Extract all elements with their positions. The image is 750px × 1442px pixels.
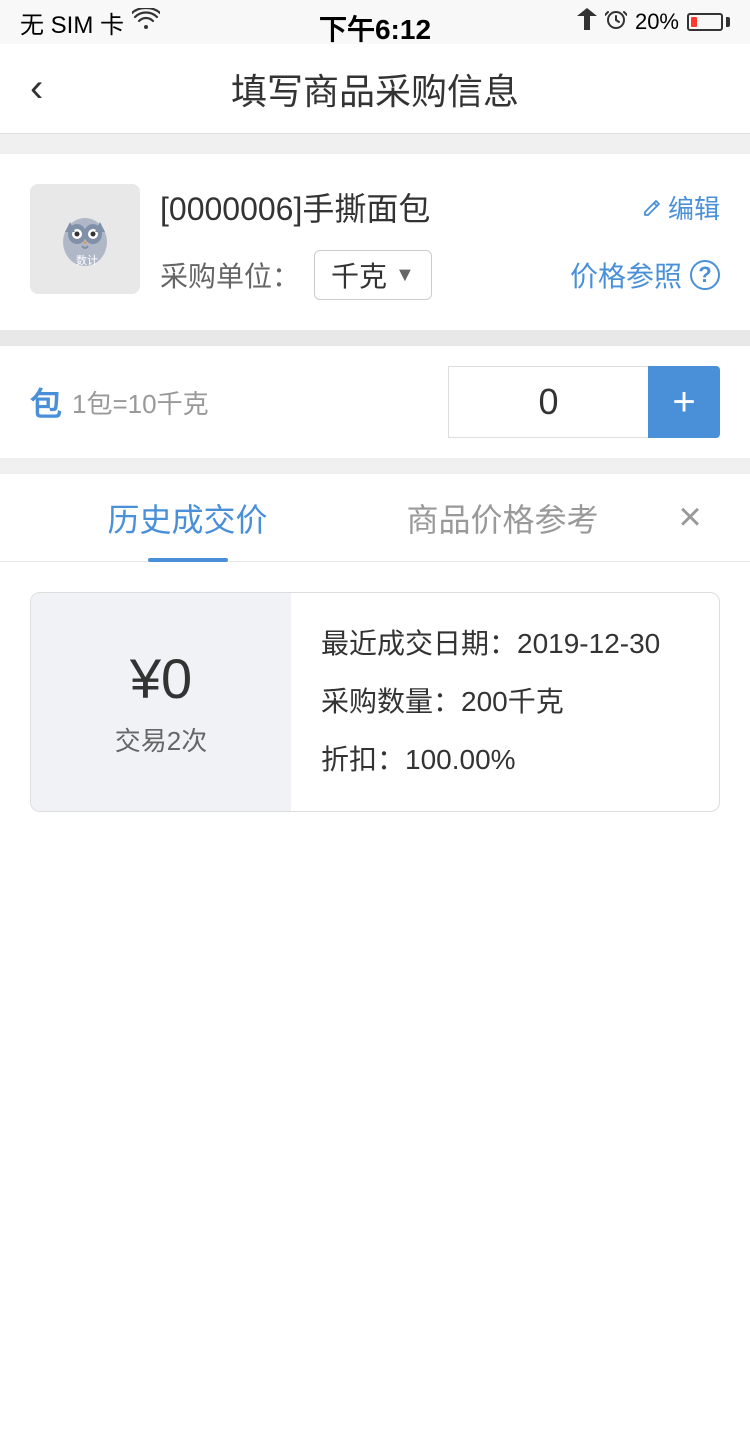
- price-ref-button[interactable]: 价格参照 ?: [570, 255, 720, 295]
- unit-arrow-icon: ▼: [395, 264, 415, 287]
- unit-select[interactable]: 千克 ▼: [314, 250, 432, 300]
- history-discount: 折扣：100.00%: [321, 739, 689, 781]
- history-quantity: 采购数量：200千克: [321, 681, 689, 723]
- history-content: ¥0 交易2次 最近成交日期：2019-12-30 采购数量：200千克 折扣：…: [0, 562, 750, 842]
- history-quantity-value: 200千克: [461, 686, 564, 717]
- purchase-unit-label: 采购单位：: [160, 255, 300, 295]
- history-price: ¥0: [130, 646, 192, 711]
- unit-value: 千克: [331, 255, 387, 295]
- quantity-row: 包 1包=10千克 0 +: [0, 346, 750, 458]
- history-discount-label: 折扣：: [321, 744, 405, 775]
- history-right: 最近成交日期：2019-12-30 采购数量：200千克 折扣：100.00%: [291, 593, 719, 811]
- bag-conversion-text: 1包=10千克: [72, 384, 209, 421]
- history-recent-date: 最近成交日期：2019-12-30: [321, 623, 689, 665]
- back-button[interactable]: ‹: [30, 66, 43, 111]
- tab-product-price-ref-label: 商品价格参考: [406, 495, 598, 541]
- product-card: 数计 [0000006]手撕面包 编辑 采购单位：: [0, 154, 750, 330]
- edit-label: 编辑: [668, 189, 720, 226]
- tab-history-price[interactable]: 历史成交价: [30, 474, 345, 562]
- quantity-label: 包 1包=10千克: [30, 379, 209, 425]
- product-name: [0000006]手撕面包: [160, 184, 430, 230]
- history-recent-date-label: 最近成交日期：: [321, 628, 517, 659]
- location-icon: [577, 8, 597, 36]
- status-left: 无 SIM 卡: [20, 5, 160, 40]
- battery-icon: [687, 13, 730, 31]
- history-card: ¥0 交易2次 最近成交日期：2019-12-30 采购数量：200千克 折扣：…: [30, 592, 720, 812]
- quantity-controls: 0 +: [448, 366, 720, 438]
- history-transactions: 交易2次: [115, 721, 207, 758]
- wifi-icon: [132, 8, 160, 37]
- page-title: 填写商品采购信息: [231, 63, 519, 115]
- tabs-header: 历史成交价 商品价格参考 ×: [0, 474, 750, 562]
- status-right: 20%: [577, 8, 730, 36]
- quantity-value: 0: [538, 381, 558, 423]
- nav-bar: ‹ 填写商品采购信息: [0, 44, 750, 134]
- tab-underline: [148, 558, 228, 562]
- battery-percent: 20%: [635, 9, 679, 35]
- history-recent-date-value: 2019-12-30: [517, 628, 660, 659]
- history-left: ¥0 交易2次: [31, 593, 291, 811]
- history-quantity-label: 采购数量：: [321, 686, 461, 717]
- quantity-input[interactable]: 0: [448, 366, 648, 438]
- alarm-icon: [605, 8, 627, 36]
- tab-product-price-ref[interactable]: 商品价格参考: [345, 474, 660, 562]
- edit-button[interactable]: 编辑: [642, 189, 720, 226]
- product-info: [0000006]手撕面包 编辑 采购单位： 千克 ▼: [160, 184, 720, 300]
- status-time: 下午6:12: [319, 8, 431, 48]
- price-ref-label: 价格参照: [570, 255, 682, 295]
- history-discount-value: 100.00%: [405, 744, 516, 775]
- tab-close-button[interactable]: ×: [660, 488, 720, 548]
- status-bar: 无 SIM 卡 下午6:12 20%: [0, 0, 750, 44]
- price-ref-question-icon: ?: [690, 260, 720, 290]
- svg-text:数计: 数计: [76, 254, 98, 267]
- quantity-plus-button[interactable]: +: [648, 366, 720, 438]
- product-image: 数计: [30, 184, 140, 294]
- page-empty: [0, 842, 750, 1442]
- tab-history-price-label: 历史成交价: [107, 495, 267, 541]
- carrier-text: 无 SIM 卡: [20, 5, 124, 40]
- bag-icon: 包: [30, 379, 62, 425]
- divider: [0, 330, 750, 346]
- tabs-section: 历史成交价 商品价格参考 × ¥0 交易2次 最近成交日期：2019-12-30…: [0, 474, 750, 842]
